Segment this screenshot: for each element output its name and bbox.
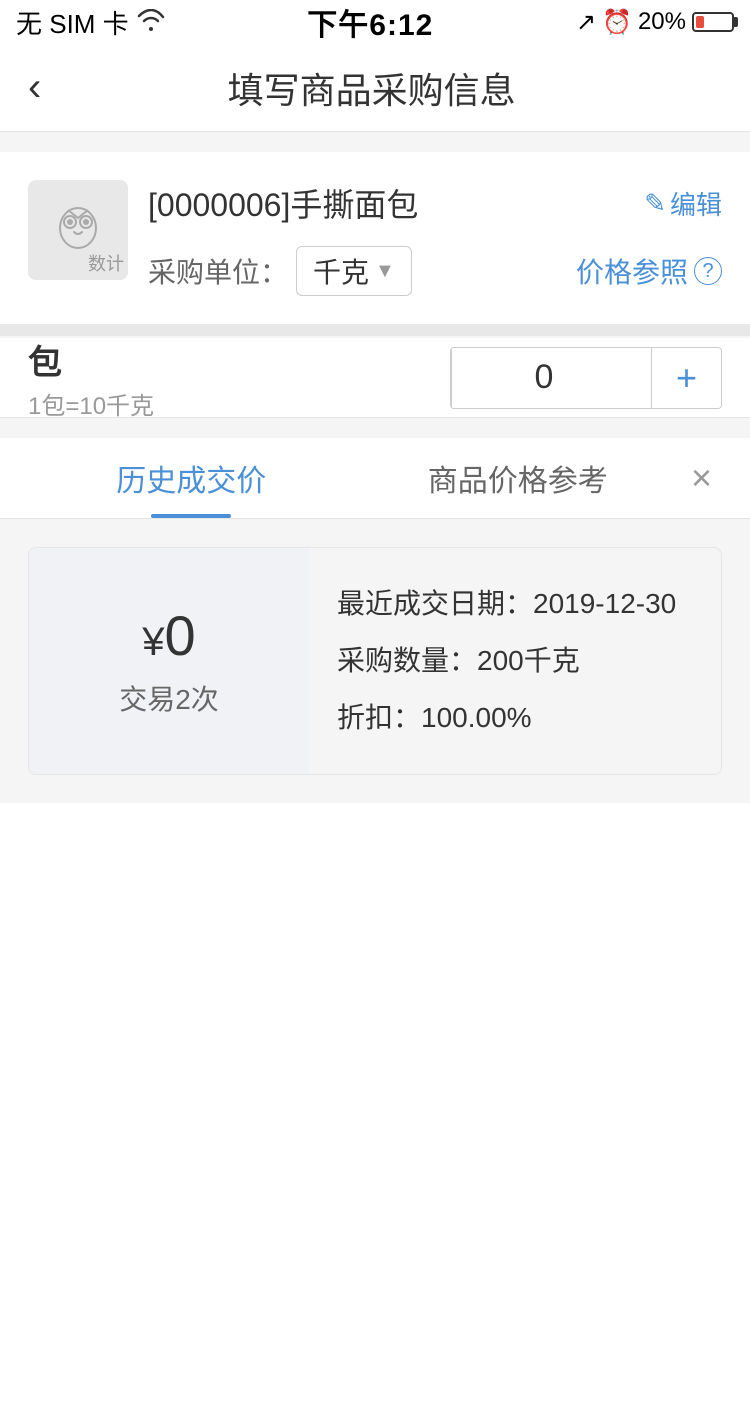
qty-input[interactable] bbox=[451, 348, 651, 408]
discount-label: 折扣： bbox=[337, 702, 421, 733]
qty-plus-button[interactable]: + bbox=[651, 348, 721, 408]
product-id: [0000006] bbox=[148, 187, 290, 223]
page-bottom-fill bbox=[0, 803, 750, 1403]
edit-label: 编辑 bbox=[670, 185, 722, 222]
qty-controls: + bbox=[450, 347, 722, 409]
status-left: 无 SIM 卡 bbox=[16, 4, 165, 41]
price-card: ¥0 交易2次 最近成交日期：2019-12-30 采购数量：200千克 折扣：… bbox=[28, 547, 722, 775]
carrier-text: 无 SIM 卡 bbox=[16, 4, 129, 41]
tabs-container: 历史成交价 商品价格参考 × bbox=[0, 438, 750, 519]
product-title: 手撕面包 bbox=[290, 187, 418, 223]
unit-label: 采购单位： bbox=[148, 251, 288, 291]
trade-count: 交易2次 bbox=[119, 678, 219, 718]
unit-value: 千克 bbox=[313, 251, 369, 291]
currency-symbol: ¥ bbox=[142, 620, 164, 664]
edit-icon: ✎ bbox=[644, 188, 666, 219]
price-amount: ¥0 bbox=[142, 603, 195, 668]
product-thumbnail: 数计 bbox=[28, 180, 128, 280]
wifi-icon bbox=[137, 7, 165, 38]
recent-date-value: 2019-12-30 bbox=[533, 588, 676, 619]
location-icon: ↗ bbox=[576, 8, 596, 37]
purchase-qty-value: 200千克 bbox=[477, 645, 580, 676]
unit-select[interactable]: 千克 ▼ bbox=[296, 246, 412, 296]
alarm-icon: ⏰ bbox=[602, 8, 632, 37]
product-card: 数计 [0000006]手撕面包 ✎ 编辑 采购单位： 千克 ▼ 价格参照 ? bbox=[0, 152, 750, 324]
qty-label-block: 包 1包=10千克 bbox=[28, 335, 154, 421]
recent-date-row: 最近成交日期：2019-12-30 bbox=[337, 584, 693, 623]
battery-icon bbox=[692, 12, 734, 32]
unit-dropdown-arrow: ▼ bbox=[375, 260, 395, 283]
product-name: [0000006]手撕面包 bbox=[148, 180, 418, 226]
product-header: [0000006]手撕面包 ✎ 编辑 bbox=[148, 180, 722, 226]
edit-button[interactable]: ✎ 编辑 bbox=[644, 185, 722, 222]
status-right: ↗ ⏰ 20% bbox=[576, 8, 734, 37]
discount-value: 100.00% bbox=[421, 702, 532, 733]
tabs-close-button[interactable]: × bbox=[681, 457, 722, 499]
back-button[interactable]: ‹ bbox=[28, 65, 61, 110]
tab-history-label: 历史成交价 bbox=[116, 456, 266, 500]
recent-date-label: 最近成交日期： bbox=[337, 588, 533, 619]
purchase-qty-row: 采购数量：200千克 bbox=[337, 641, 693, 680]
tab-price-ref[interactable]: 商品价格参考 bbox=[354, 438, 680, 518]
thumb-sub-label: 数计 bbox=[88, 250, 124, 276]
discount-row: 折扣：100.00% bbox=[337, 698, 693, 737]
tab-history-price[interactable]: 历史成交价 bbox=[28, 438, 354, 518]
price-ref-label: 价格参照 bbox=[576, 251, 688, 291]
status-bar: 无 SIM 卡 下午6:12 ↗ ⏰ 20% bbox=[0, 0, 750, 44]
qty-unit-sub: 1包=10千克 bbox=[28, 386, 154, 421]
product-info: [0000006]手撕面包 ✎ 编辑 采购单位： 千克 ▼ 价格参照 ? bbox=[148, 180, 722, 296]
nav-bar: ‹ 填写商品采购信息 bbox=[0, 44, 750, 132]
battery-percent: 20% bbox=[638, 8, 686, 36]
tab-price-ref-label: 商品价格参考 bbox=[428, 456, 608, 500]
quantity-section: 包 1包=10千克 + bbox=[0, 338, 750, 418]
product-unit-row: 采购单位： 千克 ▼ 价格参照 ? bbox=[148, 246, 722, 296]
purchase-qty-label: 采购数量： bbox=[337, 645, 477, 676]
tabs-row: 历史成交价 商品价格参考 × bbox=[0, 438, 750, 518]
price-card-right: 最近成交日期：2019-12-30 采购数量：200千克 折扣：100.00% bbox=[309, 548, 721, 774]
amount-value: 0 bbox=[165, 604, 196, 667]
qty-unit-main: 包 bbox=[28, 335, 154, 384]
price-ref-help-icon: ? bbox=[694, 257, 722, 285]
price-card-left: ¥0 交易2次 bbox=[29, 548, 309, 774]
time-display: 下午6:12 bbox=[307, 0, 433, 44]
price-ref-button[interactable]: 价格参照 ? bbox=[576, 251, 722, 291]
page-title: 填写商品采购信息 bbox=[61, 62, 682, 114]
